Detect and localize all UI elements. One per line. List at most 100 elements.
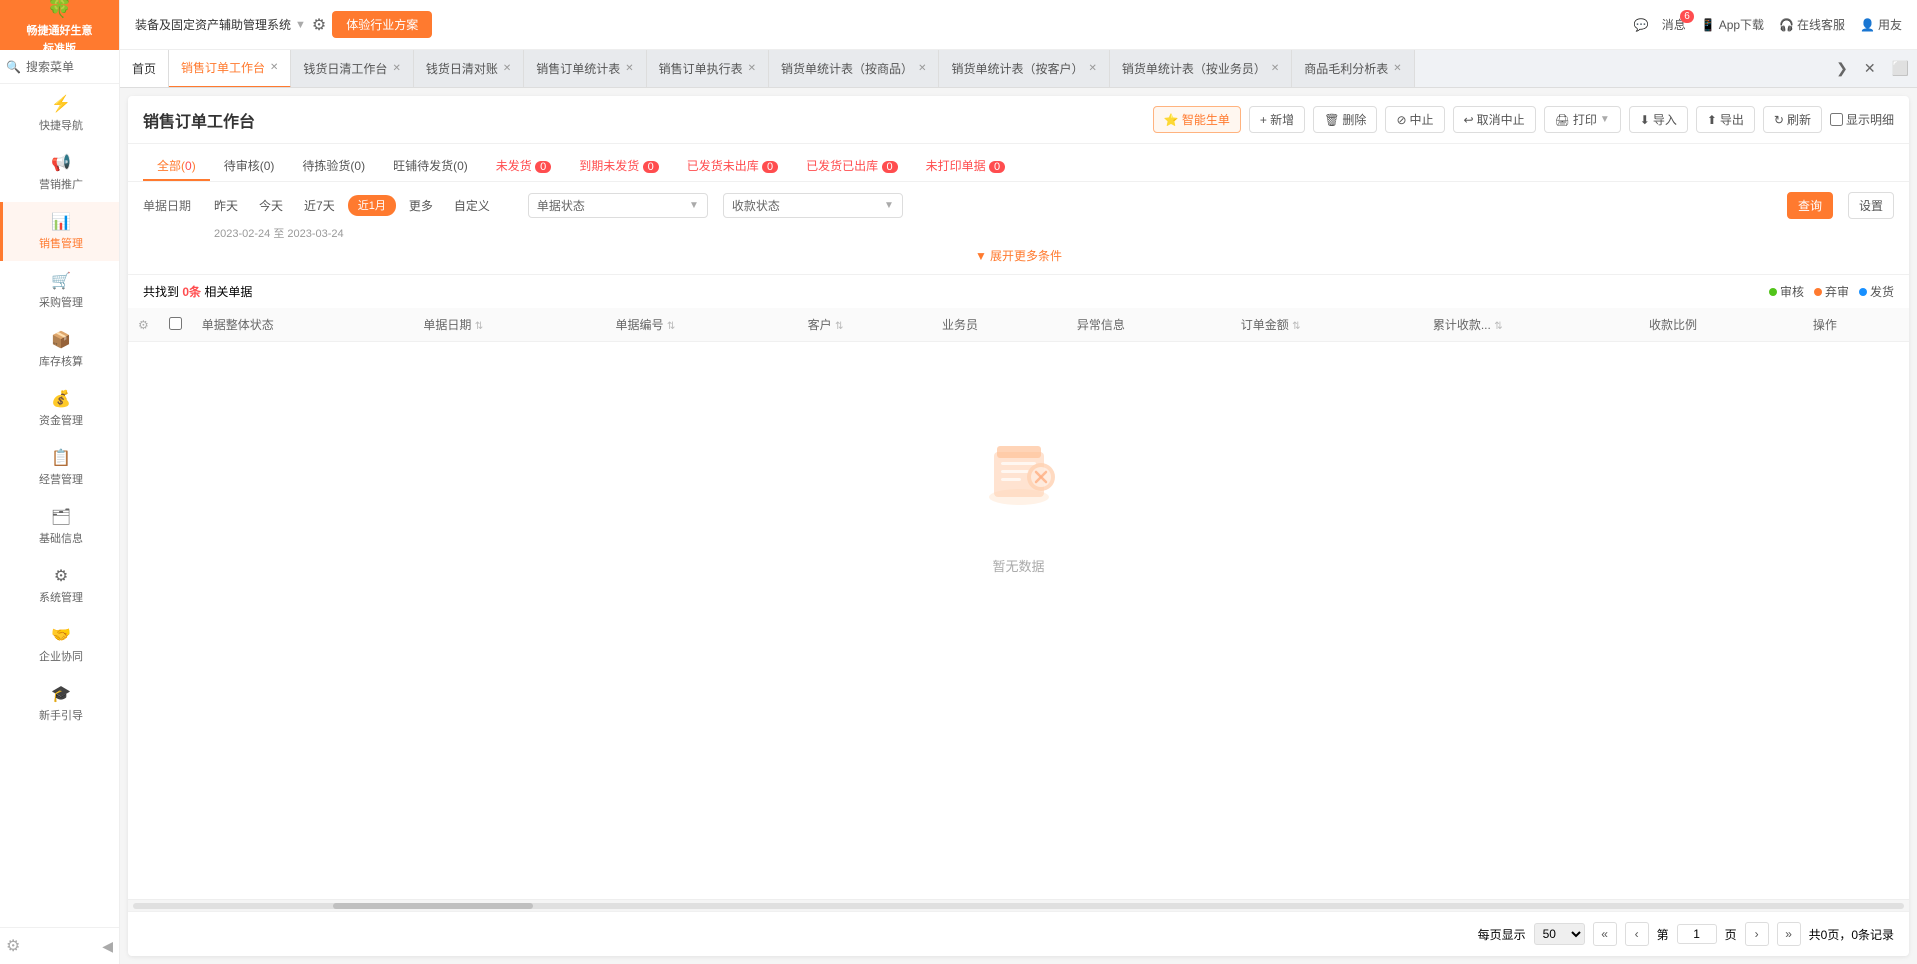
sort-date-icon: ⇅ [475,321,483,332]
tab-close-icon[interactable]: ✕ [1271,63,1279,74]
user-btn[interactable]: 👤 用友 [1860,16,1902,33]
th-received[interactable]: 累计收款... ⇅ [1423,308,1639,342]
date-btn-custom[interactable]: 自定义 [446,195,498,216]
tab-cash-reconcile[interactable]: 钱货日清对账 ✕ [414,50,524,88]
refresh-btn[interactable]: ↻ 刷新 [1763,106,1822,133]
stop-btn[interactable]: ⊘ 中止 [1385,106,1444,133]
tab-close-icon[interactable]: ✕ [625,63,633,74]
date-btn-7days[interactable]: 近7天 [296,195,343,216]
payment-filter[interactable]: 收款状态 ▼ [723,193,903,218]
subtab-all[interactable]: 全部(0) [143,152,210,181]
date-btn-today[interactable]: 今天 [251,195,291,216]
th-amount[interactable]: 订单金额 ⇅ [1231,308,1423,342]
page-size-select[interactable]: 10 20 50 100 [1534,923,1585,945]
smart-create-btn[interactable]: ⭐ 智能生单 [1153,106,1241,133]
query-btn[interactable]: 查询 [1787,192,1833,219]
scrollbar-track[interactable] [133,903,1904,909]
settings-icon[interactable]: ⚙ [6,936,20,956]
subtab-pending-review[interactable]: 待审核(0) [210,152,289,181]
tab-cash-daily[interactable]: 钱货日清工作台 ✕ [291,50,413,88]
tab-margin[interactable]: 商品毛利分析表 ✕ [1292,50,1414,88]
page-number-input[interactable] [1677,924,1717,944]
next-page-btn[interactable]: › [1745,922,1769,946]
sidebar-item-finance[interactable]: 💰 资金管理 [0,379,119,438]
export-btn[interactable]: ⬆ 导出 [1696,106,1755,133]
tab-home[interactable]: 首页 [120,50,169,88]
sidebar-item-system[interactable]: ⚙ 系统管理 [0,556,119,615]
select-all-checkbox[interactable] [169,317,182,330]
tab-maximize-btn[interactable]: ⬜ [1884,60,1917,77]
show-detail-label[interactable]: 显示明细 [1830,111,1894,128]
tab-cargo-staff-label: 销货单统计表（按业务员） [1122,60,1266,77]
tab-scroll-right-btn[interactable]: ❯ [1828,60,1856,77]
message-badge[interactable]: 💬 6 消息 [1633,16,1685,33]
import-btn[interactable]: ⬇ 导入 [1629,106,1688,133]
setting-btn[interactable]: 设置 [1848,192,1894,219]
tab-sales-exec[interactable]: 销售订单执行表 ✕ [647,50,769,88]
subtab-shipped-not-in[interactable]: 已发货未出库 0 [673,152,792,181]
tab-close-icon[interactable]: ✕ [1088,63,1096,74]
tab-close-icon[interactable]: ✕ [918,63,926,74]
status-filter[interactable]: 单据状态 ▼ [528,193,708,218]
trial-btn[interactable]: 体验行业方案 [332,11,432,38]
tab-sales-order[interactable]: 销售订单工作台 ✕ [169,50,291,88]
tab-cargo-product[interactable]: 销货单统计表（按商品） ✕ [769,50,939,88]
th-customer[interactable]: 客户 ⇅ [798,308,932,342]
sidebar-item-guide[interactable]: 🎓 新手引导 [0,674,119,733]
tab-close-all-btn[interactable]: ✕ [1856,60,1884,77]
date-btn-yesterday[interactable]: 昨天 [206,195,246,216]
show-detail-checkbox[interactable] [1830,113,1843,126]
tab-sales-stat[interactable]: 销售订单统计表 ✕ [524,50,646,88]
tab-close-icon[interactable]: ✕ [1393,63,1401,74]
app-download-btn[interactable]: 📱 App下载 [1701,16,1764,33]
sidebar-item-quicknav[interactable]: ⚡ 快捷导航 [0,84,119,143]
subtab-wangpu[interactable]: 旺铺待发货(0) [379,152,482,181]
sidebar-item-sales[interactable]: 📊 销售管理 [0,202,119,261]
subtab-unprinted[interactable]: 未打印单据 0 [912,152,1019,181]
cancel-stop-btn[interactable]: ↩ 取消中止 [1453,106,1536,133]
subtab-pending-inspect[interactable]: 待拣验货(0) [288,152,379,181]
horizontal-scrollbar[interactable] [128,899,1909,911]
ship-action-btn[interactable]: 发货 [1859,283,1894,300]
last-page-btn[interactable]: » [1777,922,1801,946]
first-page-btn[interactable]: « [1593,922,1617,946]
tab-close-icon[interactable]: ✕ [270,62,278,73]
delete-btn[interactable]: 🗑 删除 [1313,106,1377,133]
subtab-shipped-out[interactable]: 已发货已出库 0 [792,152,911,181]
sidebar-item-inventory[interactable]: 📦 库存核算 [0,320,119,379]
scrollbar-thumb[interactable] [333,903,533,909]
add-btn[interactable]: + 新增 [1249,106,1305,133]
print-btn[interactable]: 🖨 打印 ▼ [1544,106,1621,133]
sidebar-search[interactable]: 🔍 搜索菜单 [0,50,119,84]
system-title-dropdown[interactable]: 装备及固定资产辅助管理系统 ▼ [135,16,306,33]
topbar-gear-icon[interactable]: ⚙ [312,15,326,35]
audit-action-btn[interactable]: 审核 [1769,283,1804,300]
th-number[interactable]: 单据编号 ⇅ [606,308,798,342]
subtab-overdue[interactable]: 到期未发货 0 [565,152,672,181]
date-btn-more[interactable]: 更多 [401,195,441,216]
topbar-right: 💬 6 消息 📱 App下载 🎧 在线客服 👤 用友 [1633,16,1902,33]
quicknav-icon: ⚡ [51,94,71,114]
tab-close-icon[interactable]: ✕ [392,63,400,74]
tab-cargo-customer[interactable]: 销货单统计表（按客户） ✕ [939,50,1109,88]
tab-close-icon[interactable]: ✕ [748,63,756,74]
sidebar-item-basic[interactable]: 🗂 基础信息 [0,497,119,556]
operations-icon: 📋 [51,448,71,468]
sidebar-item-enterprise[interactable]: 🤝 企业协同 [0,615,119,674]
sidebar-item-purchase[interactable]: 🛒 采购管理 [0,261,119,320]
tab-close-icon[interactable]: ✕ [503,63,511,74]
sidebar-item-operations[interactable]: 📋 经营管理 [0,438,119,497]
prev-page-btn[interactable]: ‹ [1625,922,1649,946]
subtab-unshipped[interactable]: 未发货 0 [482,152,565,181]
payment-dropdown-arrow: ▼ [884,200,894,211]
online-service-btn[interactable]: 🎧 在线客服 [1779,16,1845,33]
collapse-icon[interactable]: ◀ [102,938,113,955]
th-checkbox[interactable] [159,308,192,342]
th-settings[interactable]: ⚙ [128,308,159,342]
th-date[interactable]: 单据日期 ⇅ [413,308,605,342]
date-btn-1month[interactable]: 近1月 [348,195,396,216]
cancel-action-btn[interactable]: 弃审 [1814,283,1849,300]
tab-cargo-staff[interactable]: 销货单统计表（按业务员） ✕ [1110,50,1292,88]
sidebar-item-promo[interactable]: 📢 营销推广 [0,143,119,202]
expand-filter-btn[interactable]: ▼ 展开更多条件 [975,247,1062,264]
